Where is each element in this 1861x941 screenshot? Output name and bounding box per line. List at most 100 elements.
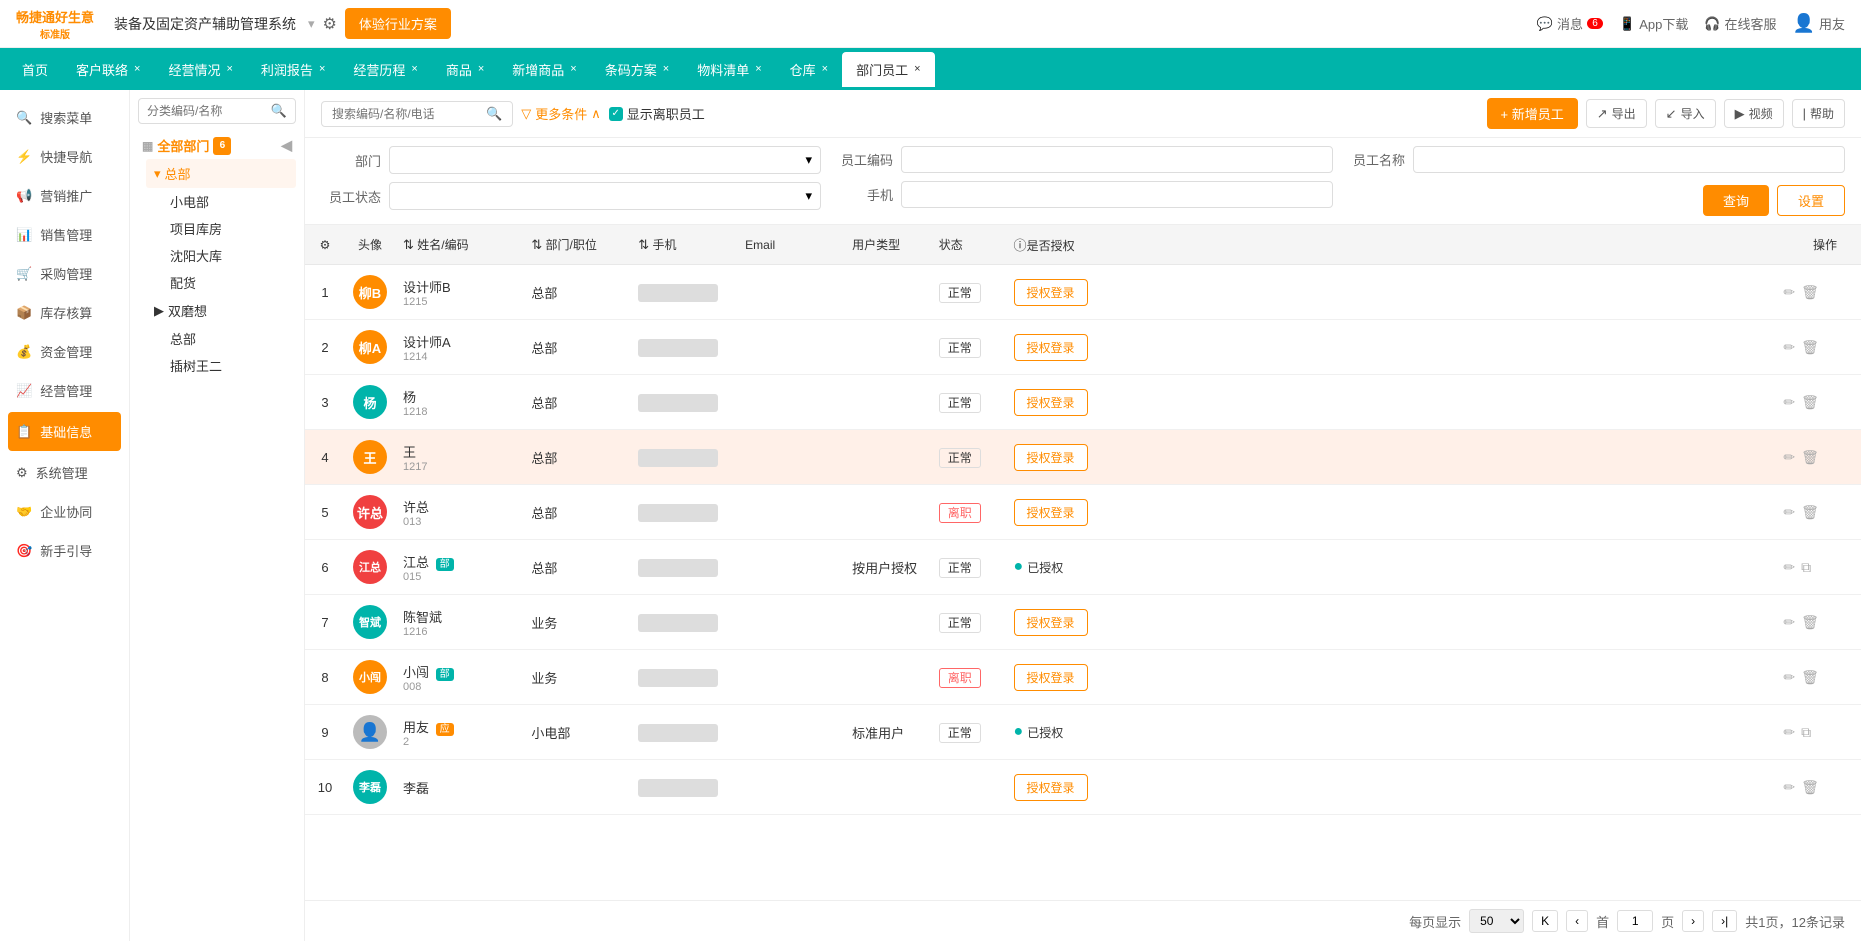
sidebar-item-nav[interactable]: ⚡ 快捷导航 [0, 137, 129, 176]
delete-icon[interactable]: 🗑 [1801, 779, 1819, 796]
per-page-select[interactable]: 50 100 200 [1469, 909, 1524, 933]
sidebar-item-search[interactable]: 🔍 搜索菜单 [0, 98, 129, 137]
auth-login-button[interactable]: 授权登录 [1014, 279, 1088, 306]
close-icon[interactable]: × [226, 63, 232, 75]
message-area[interactable]: 💬 消息 6 [1537, 14, 1603, 33]
more-filter-btn[interactable]: ▽ 更多条件 ∧ [521, 104, 601, 123]
close-icon[interactable]: × [319, 63, 325, 75]
dept-node-dual[interactable]: ▶ 双磨想 [146, 296, 296, 325]
filter-empcode-input[interactable] [901, 146, 1333, 173]
edit-icon[interactable]: ✏ [1783, 394, 1795, 411]
online-service[interactable]: 🎧 在线客服 [1704, 14, 1776, 33]
auth-login-button[interactable]: 授权登录 [1014, 389, 1088, 416]
filter-phone-input[interactable] [901, 181, 1333, 208]
delete-icon[interactable]: 🗑 [1801, 394, 1819, 411]
delete-icon[interactable]: 🗑 [1801, 669, 1819, 686]
auth-login-button[interactable]: 授权登录 [1014, 499, 1088, 526]
show-inactive-toggle[interactable]: ✓ 显示离职员工 [609, 104, 705, 123]
dept-subnode-hq[interactable]: 总部 [146, 325, 296, 352]
dept-collapse-arrow[interactable]: ◀ [281, 137, 292, 154]
sidebar-item-purchase[interactable]: 🛒 采购管理 [0, 254, 129, 293]
close-icon[interactable]: × [411, 63, 417, 75]
col-phone-header[interactable]: ⇅ 手机 [630, 225, 737, 265]
tab-history[interactable]: 经营历程× [339, 52, 431, 87]
edit-icon[interactable]: ✏ [1783, 779, 1795, 796]
auth-login-button[interactable]: 授权登录 [1014, 774, 1088, 801]
close-icon[interactable]: × [755, 63, 761, 75]
tab-new-goods[interactable]: 新增商品× [498, 52, 590, 87]
next-page-button[interactable]: › [1682, 910, 1704, 932]
help-button[interactable]: |帮助 [1792, 99, 1845, 128]
tab-bom[interactable]: 物料清单× [683, 52, 775, 87]
copy-icon[interactable]: ⧉ [1801, 724, 1811, 741]
sidebar-item-business[interactable]: 📈 经营管理 [0, 371, 129, 410]
auth-login-button[interactable]: 授权登录 [1014, 444, 1088, 471]
auth-login-button[interactable]: 授权登录 [1014, 664, 1088, 691]
edit-icon[interactable]: ✏ [1783, 559, 1795, 576]
delete-icon[interactable]: 🗑 [1801, 339, 1819, 356]
close-icon[interactable]: × [478, 63, 484, 75]
search-input[interactable] [332, 107, 482, 121]
delete-icon[interactable]: 🗑 [1801, 449, 1819, 466]
dept-subnode-electronics[interactable]: 小电部 [146, 188, 296, 215]
sidebar-item-system[interactable]: ⚙ 系统管理 [0, 453, 129, 492]
filter-status-select[interactable]: ▾ [389, 182, 821, 210]
tab-profit[interactable]: 利润报告× [247, 52, 339, 87]
sidebar-item-guide[interactable]: 🎯 新手引导 [0, 531, 129, 570]
sidebar-item-basic-info[interactable]: 📋 基础信息 [8, 412, 121, 451]
export-button[interactable]: ↗导出 [1586, 99, 1647, 128]
edit-icon[interactable]: ✏ [1783, 284, 1795, 301]
tab-customer[interactable]: 客户联络× [62, 52, 154, 87]
dept-subnode-shenyang[interactable]: 沈阳大库 [146, 242, 296, 269]
set-button[interactable]: 设置 [1777, 185, 1845, 216]
edit-icon[interactable]: ✏ [1783, 669, 1795, 686]
dept-subnode-project[interactable]: 项目库房 [146, 215, 296, 242]
sidebar-item-marketing[interactable]: 📢 营销推广 [0, 176, 129, 215]
edit-icon[interactable]: ✏ [1783, 449, 1795, 466]
tab-barcode[interactable]: 条码方案× [591, 52, 683, 87]
gear-icon[interactable]: ⚙ [323, 14, 337, 34]
close-icon[interactable]: × [914, 63, 920, 75]
delete-icon[interactable]: 🗑 [1801, 284, 1819, 301]
sidebar-item-finance[interactable]: 💰 资金管理 [0, 332, 129, 371]
video-button[interactable]: ▶视频 [1724, 99, 1784, 128]
user-area[interactable]: 👤 用友 [1793, 13, 1845, 34]
close-icon[interactable]: × [663, 63, 669, 75]
sidebar-item-collab[interactable]: 🤝 企业协同 [0, 492, 129, 531]
dept-search-bar[interactable]: 🔍 [138, 98, 296, 124]
delete-icon[interactable]: 🗑 [1801, 614, 1819, 631]
filter-dept-select[interactable]: ▾ [389, 146, 821, 174]
col-name-header[interactable]: ⇅ 姓名/编码 [395, 225, 523, 265]
col-dept-header[interactable]: ⇅ 部门/职位 [523, 225, 630, 265]
edit-icon[interactable]: ✏ [1783, 724, 1795, 741]
close-icon[interactable]: × [134, 63, 140, 75]
tab-dept-employee[interactable]: 部门员工× [842, 52, 934, 87]
query-button[interactable]: 查询 [1703, 185, 1769, 216]
sidebar-item-sales[interactable]: 📊 销售管理 [0, 215, 129, 254]
prev-page-button[interactable]: ‹ [1566, 910, 1588, 932]
filter-empname-input[interactable] [1413, 146, 1845, 173]
add-employee-button[interactable]: + 新增员工 [1487, 98, 1578, 129]
tab-home[interactable]: 首页 [8, 52, 62, 87]
edit-icon[interactable]: ✏ [1783, 614, 1795, 631]
close-icon[interactable]: × [822, 63, 828, 75]
import-button[interactable]: ↙导入 [1655, 99, 1716, 128]
dept-collapse-btn[interactable]: 6 [213, 137, 231, 155]
checkbox-show-inactive[interactable]: ✓ [609, 107, 623, 121]
last-page-button[interactable]: ›| [1712, 910, 1737, 932]
sidebar-item-inventory[interactable]: 📦 库存核算 [0, 293, 129, 332]
app-download[interactable]: 📱 App下载 [1619, 14, 1688, 33]
delete-icon[interactable]: 🗑 [1801, 504, 1819, 521]
edit-icon[interactable]: ✏ [1783, 504, 1795, 521]
dept-subnode-insert[interactable]: 插树王二 [146, 352, 296, 379]
first-page-button[interactable]: K [1532, 910, 1558, 932]
tab-warehouse[interactable]: 仓库× [776, 52, 842, 87]
tab-goods[interactable]: 商品× [432, 52, 498, 87]
copy-icon[interactable]: ⧉ [1801, 559, 1811, 576]
col-settings[interactable]: ⚙ [305, 225, 345, 265]
dept-subnode-distribution[interactable]: 配货 [146, 269, 296, 296]
dropdown-arrow-icon[interactable]: ▾ [308, 16, 315, 32]
dept-search-input[interactable] [147, 104, 271, 118]
page-number-input[interactable] [1617, 910, 1653, 932]
auth-login-button[interactable]: 授权登录 [1014, 334, 1088, 361]
